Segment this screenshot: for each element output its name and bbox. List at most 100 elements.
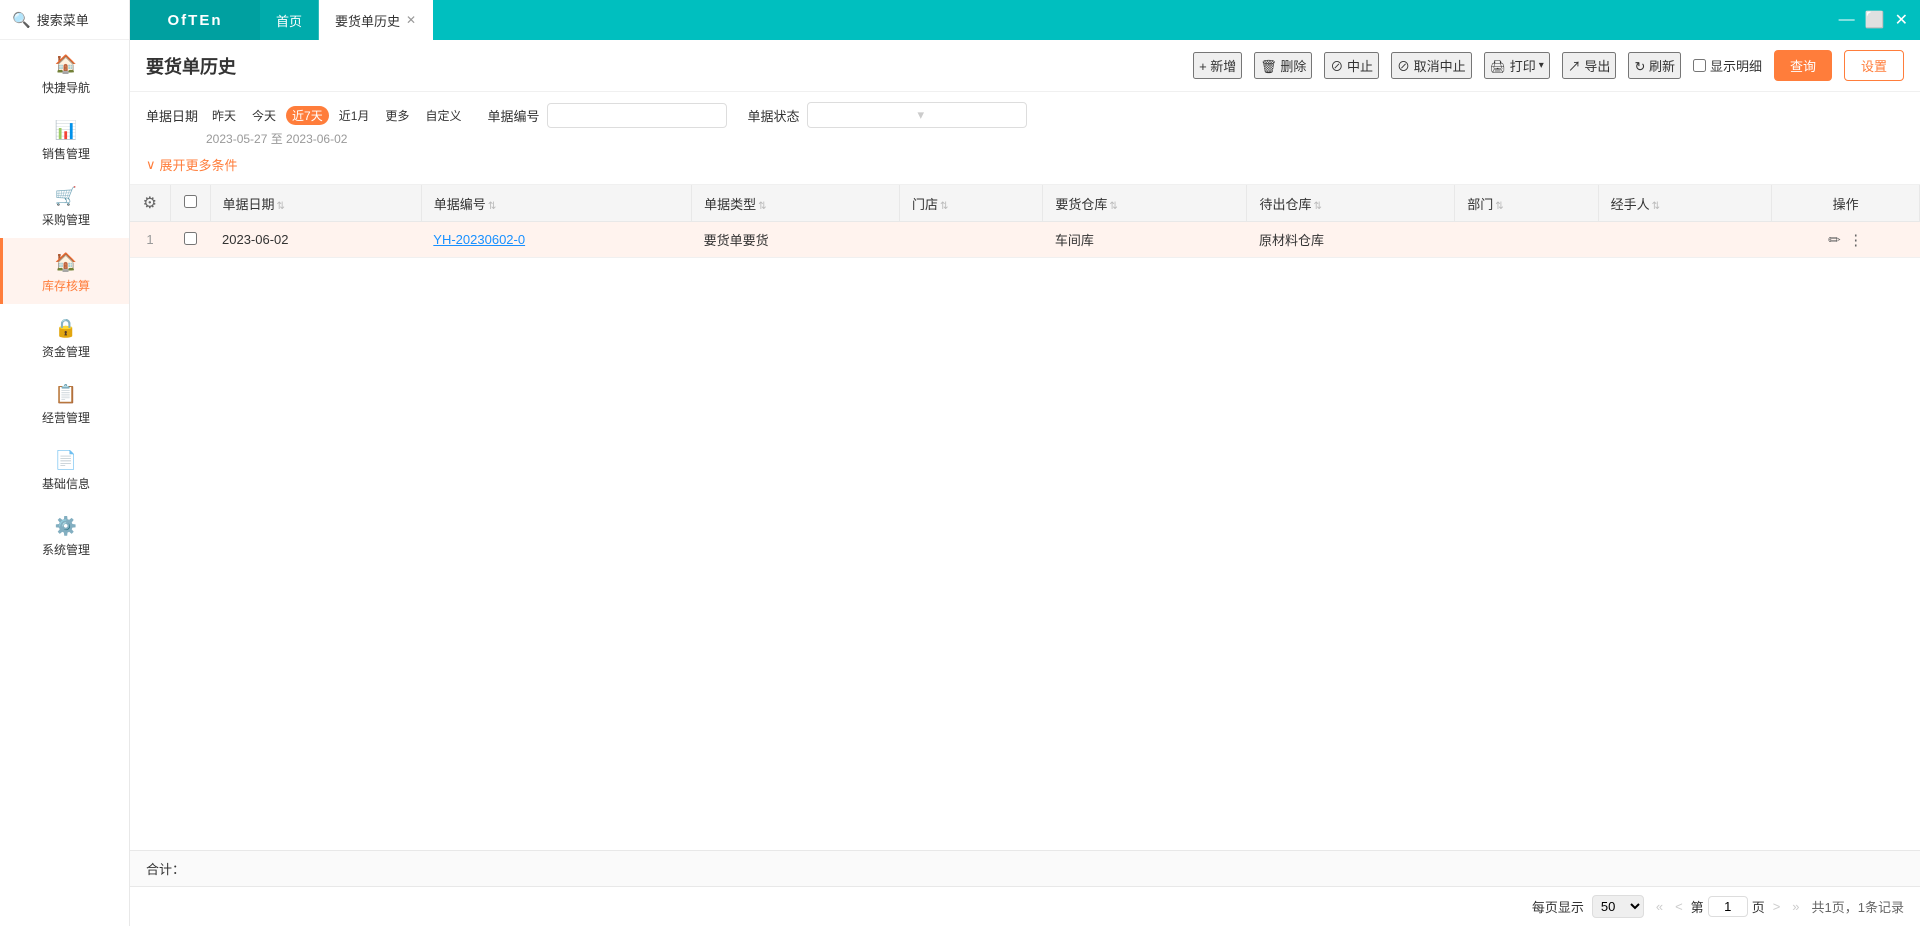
col-header-doc_date: 单据日期⇅ [210,185,421,222]
date-opt-today[interactable]: 今天 [246,106,282,125]
date-opt-custom[interactable]: 自定义 [419,106,467,125]
cell-doc_date: 2023-06-02 [210,222,421,258]
col-header-checkbox[interactable] [170,185,210,222]
per-page-select[interactable]: 102050100 [1592,895,1644,918]
restore-button[interactable]: ⬜ [1865,10,1885,30]
doc-status-label: 单据状态 [747,106,799,125]
doc-status-filter: 单据状态 ▾ [747,102,1027,128]
query-button[interactable]: 查询 [1774,50,1832,81]
topbar: OfTEn 首页要货单历史✕ — ⬜ ✕ [130,0,1920,40]
cell-store [899,222,1042,258]
sidebar-icon-operation: 📋 [55,384,77,405]
cell-doc_type: 要货单要货 [692,222,900,258]
cell-doc_no[interactable]: YH-20230602-0 [421,222,691,258]
main-area: OfTEn 首页要货单历史✕ — ⬜ ✕ 要货单历史 + 新增 🗑 删除 ⊘ 中… [130,0,1920,926]
cell-department [1455,222,1598,258]
sidebar-item-sales[interactable]: 📊 销售管理 [0,106,129,172]
display-detail-toggle[interactable]: 显示明细 [1693,56,1762,75]
last-page-button[interactable]: » [1788,897,1803,916]
date-opt-more[interactable]: 更多 [379,106,415,125]
cell-num: 1 [130,222,170,258]
sidebar-icon-inventory: 🏠 [55,252,77,273]
sidebar-icon-quick-nav: 🏠 [55,54,77,75]
doc-date-filter: 单据日期 昨天今天近7天近1月更多自定义 [146,106,467,125]
page-number-input[interactable] [1708,896,1748,917]
sidebar-icon-system: ⚙️ [55,516,77,537]
pagination: 每页显示 102050100 « < 第 页 > » 共1页，1条记录 [130,886,1920,926]
doc-no-filter: 单据编号 [487,103,727,128]
cancel-stop-button[interactable]: ⊘ 取消中止 [1391,52,1472,79]
table-row: 12023-06-02YH-20230602-0要货单要货车间库原材料仓库 ✏ … [130,222,1920,258]
select-chevron-icon: ▾ [917,107,1018,123]
table-area: ⚙单据日期⇅单据编号⇅单据类型⇅门店⇅要货仓库⇅待出仓库⇅部门⇅经手人⇅操作 1… [130,185,1920,850]
more-action-icon[interactable]: ⋮ [1848,232,1863,249]
content-area: 要货单历史 + 新增 🗑 删除 ⊘ 中止 ⊘ 取消中止 🖨 打印 ▾ ↗ 导出 … [130,40,1920,926]
sidebar-item-purchase[interactable]: 🛒 采购管理 [0,172,129,238]
new-button[interactable]: + 新增 [1193,52,1242,79]
row-checkbox[interactable] [184,232,197,245]
date-options: 昨天今天近7天近1月更多自定义 [206,106,467,125]
delete-button[interactable]: 🗑 删除 [1254,52,1312,79]
sidebar-item-operation[interactable]: 📋 经营管理 [0,370,129,436]
sidebar-label-system: 系统管理 [42,541,90,558]
next-page-button[interactable]: > [1769,897,1785,916]
sidebar-icon-finance: 🔒 [55,318,77,339]
date-opt-last1month[interactable]: 近1月 [333,106,376,125]
date-opt-yesterday[interactable]: 昨天 [206,106,242,125]
doc-no-input[interactable] [547,103,727,128]
print-dropdown-icon[interactable]: ▾ [1539,60,1544,71]
search-icon: 🔍 [12,11,31,29]
tab-requisition-history[interactable]: 要货单历史✕ [319,0,433,40]
tab-close-requisition-history[interactable]: ✕ [406,13,416,27]
prev-page-button[interactable]: < [1671,897,1687,916]
sidebar-item-quick-nav[interactable]: 🏠 快捷导航 [0,40,129,106]
settings-button[interactable]: 设置 [1844,50,1904,81]
select-all-checkbox[interactable] [184,195,197,208]
sidebar-item-system[interactable]: ⚙️ 系统管理 [0,502,129,568]
export-button[interactable]: ↗ 导出 [1562,52,1617,79]
sidebar-label-purchase: 采购管理 [42,211,90,228]
sidebar-search-label: 搜索菜单 [37,10,89,29]
page-header: 要货单历史 + 新增 🗑 删除 ⊘ 中止 ⊘ 取消中止 🖨 打印 ▾ ↗ 导出 … [130,40,1920,92]
col-header-pending_warehouse: 待出仓库⇅ [1247,185,1455,222]
sidebar-item-base-info[interactable]: 📄 基础信息 [0,436,129,502]
cell-handler [1598,222,1772,258]
sidebar-label-quick-nav: 快捷导航 [42,79,90,96]
sidebar-item-inventory[interactable]: 🏠 库存核算 [0,238,129,304]
print-button[interactable]: 🖨 打印 ▾ [1484,52,1550,79]
tab-home[interactable]: 首页 [260,0,319,40]
minimize-button[interactable]: — [1839,11,1855,29]
sidebar-icon-purchase: 🛒 [55,186,77,207]
display-detail-checkbox[interactable] [1693,59,1706,72]
settings-gear-icon[interactable]: ⚙ [143,195,157,212]
cell-pending_warehouse: 原材料仓库 [1247,222,1455,258]
cell-actions[interactable]: ✏ ⋮ [1772,222,1920,258]
sidebar-label-operation: 经营管理 [42,409,90,426]
col-header-doc_type: 单据类型⇅ [692,185,900,222]
sidebar-label-sales: 销售管理 [42,145,90,162]
date-opt-last7days[interactable]: 近7天 [286,106,329,125]
col-header-settings[interactable]: ⚙ [130,185,170,222]
sidebar-item-finance[interactable]: 🔒 资金管理 [0,304,129,370]
expand-filter-button[interactable]: ∨ 展开更多条件 [146,155,1904,174]
edit-action-icon[interactable]: ✏ [1828,232,1841,249]
tab-label-home: 首页 [276,11,302,30]
app-logo: OfTEn [130,0,260,40]
refresh-button[interactable]: ↻ 刷新 [1628,52,1681,79]
sidebar-label-finance: 资金管理 [42,343,90,360]
doc-status-select[interactable]: ▾ [807,102,1027,128]
doc-date-label: 单据日期 [146,106,198,125]
page-label: 第 [1691,897,1704,916]
expand-icon: ∨ [146,157,156,173]
col-header-handler: 经手人⇅ [1598,185,1772,222]
sidebar-search[interactable]: 🔍 搜索菜单 [0,0,129,40]
per-page-label: 每页显示 [1532,897,1584,916]
cell-checkbox[interactable] [170,222,210,258]
page-nav: « < 第 页 > » [1652,896,1804,917]
first-page-button[interactable]: « [1652,897,1667,916]
col-header-department: 部门⇅ [1455,185,1598,222]
close-window-button[interactable]: ✕ [1895,10,1908,30]
stop-button[interactable]: ⊘ 中止 [1324,52,1379,79]
col-header-doc_no: 单据编号⇅ [421,185,691,222]
doc-no-link[interactable]: YH-20230602-0 [433,232,525,247]
